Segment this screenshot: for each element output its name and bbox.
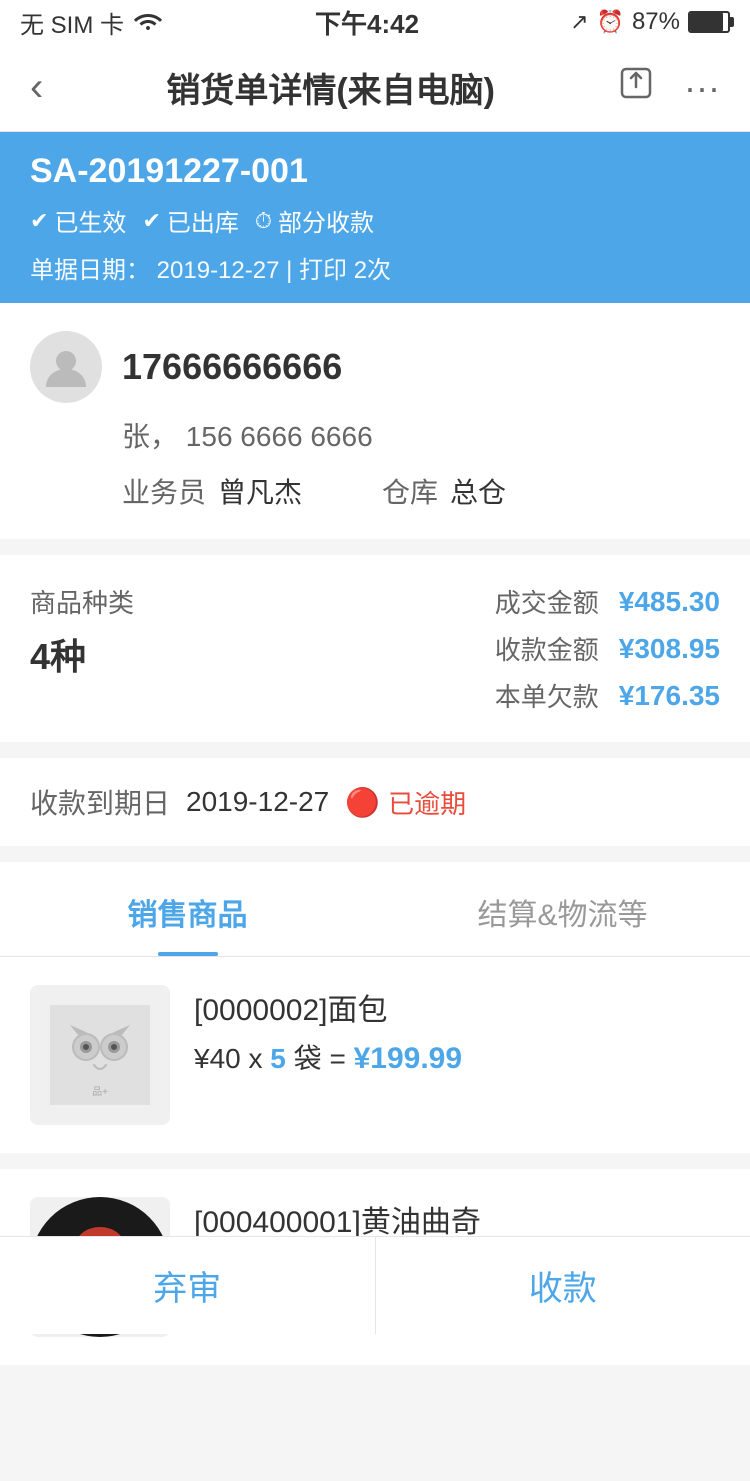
order-date: 2019-12-27 <box>157 257 280 284</box>
received-item: 收款金额 ¥308.95 <box>495 630 720 667</box>
check-icon-2: ✔ <box>142 208 160 234</box>
print-label: 打印 <box>299 257 347 284</box>
product-price-line: ¥40 x 5 袋 = ¥199.99 <box>194 1037 720 1077</box>
status-time: 下午4:42 <box>315 4 419 41</box>
back-button[interactable]: ‹ <box>30 65 43 110</box>
deal-amount-value: ¥485.30 <box>619 586 720 618</box>
due-date-value: 2019-12-27 <box>186 786 329 818</box>
status-right: ↗ ⏰ 87% <box>570 8 730 36</box>
customer-phone-number: 156 6666 6666 <box>186 421 373 452</box>
overdue-icon: 🔴 <box>345 786 380 819</box>
cancel-review-button[interactable]: 弃审 <box>0 1237 376 1334</box>
customer-meta: 业务员 曾凡杰 仓库 总仓 <box>30 471 720 511</box>
nav-bar: ‹ 销货单详情(来自电脑) ··· <box>0 44 750 132</box>
owed-item: 本单欠款 ¥176.35 <box>495 677 720 714</box>
product-details: [0000002]面包 ¥40 x 5 袋 = ¥199.99 <box>194 985 720 1077</box>
more-button[interactable]: ··· <box>684 67 720 109</box>
collect-payment-button[interactable]: 收款 <box>376 1237 750 1334</box>
tabs: 销售商品 结算&物流等 <box>0 862 750 957</box>
badge-partial-payment: ⏱ 部分收款 <box>255 203 374 238</box>
warehouse-label: 仓库 <box>382 471 438 511</box>
due-label: 收款到期日 <box>30 782 170 822</box>
category-value: 4种 <box>30 628 134 680</box>
customer-phone-row: 张， 156 6666 6666 <box>30 415 720 455</box>
location-icon: ↗ <box>570 9 588 35</box>
carrier-label: 无 SIM 卡 <box>20 5 124 40</box>
customer-row: 17666666666 <box>30 331 720 403</box>
svg-text:品+: 品+ <box>92 1086 108 1098</box>
received-value: ¥308.95 <box>619 633 720 665</box>
due-section: 收款到期日 2019-12-27 🔴 已逾期 <box>0 758 750 846</box>
deal-amount-item: 成交金额 ¥485.30 <box>495 583 720 620</box>
battery-icon <box>688 11 730 33</box>
product-name-2: [000400001]黄油曲奇 <box>194 1197 720 1241</box>
clock-icon: ⏱ <box>255 208 272 234</box>
order-id: SA-20191227-001 <box>30 152 720 191</box>
stats-left: 商品种类 4种 <box>30 583 134 680</box>
page-title: 销货单详情(来自电脑) <box>166 63 495 112</box>
stats-section: 商品种类 4种 成交金额 ¥485.30 收款金额 ¥308.95 本单欠款 ¥… <box>0 555 750 742</box>
print-unit: 次 <box>367 257 391 284</box>
badge-shipped: ✔ 已出库 <box>142 203 238 238</box>
overdue-badge: 🔴 已逾期 <box>345 784 466 821</box>
tab-products[interactable]: 销售商品 <box>0 862 375 956</box>
date-label: 单据日期： <box>30 257 150 284</box>
product-name: [0000002]面包 <box>194 985 720 1029</box>
product-quantity: 5 <box>270 1043 286 1074</box>
nav-actions: ··· <box>618 65 720 110</box>
bottom-bar: 弃审 收款 <box>0 1236 750 1334</box>
product-thumbnail: 品+ <box>30 985 170 1125</box>
separator: | <box>286 257 299 284</box>
share-button[interactable] <box>618 65 654 110</box>
avatar <box>30 331 102 403</box>
warehouse-item: 仓库 总仓 <box>382 471 506 511</box>
status-left: 无 SIM 卡 <box>20 5 164 40</box>
stats-right: 成交金额 ¥485.30 收款金额 ¥308.95 本单欠款 ¥176.35 <box>495 583 720 714</box>
product-total: ¥199.99 <box>354 1042 462 1075</box>
list-item: 品+ [0000002]面包 ¥40 x 5 袋 = ¥199.99 <box>0 957 750 1153</box>
badge-effective: ✔ 已生效 <box>30 203 126 238</box>
product-list: 品+ [0000002]面包 ¥40 x 5 袋 = ¥199.99 <box>0 957 750 1481</box>
owed-value: ¥176.35 <box>619 680 720 712</box>
check-icon: ✔ <box>30 208 48 234</box>
product-thumb-placeholder: 品+ <box>30 985 170 1125</box>
customer-id: 17666666666 <box>122 346 342 388</box>
salesperson-item: 业务员 曾凡杰 <box>122 471 302 511</box>
order-date-line: 单据日期： 2019-12-27 | 打印 2次 <box>30 250 720 285</box>
status-bar: 无 SIM 卡 下午4:42 ↗ ⏰ 87% <box>0 0 750 44</box>
received-label: 收款金额 <box>495 630 599 667</box>
order-header: SA-20191227-001 ✔ 已生效 ✔ 已出库 ⏱ 部分收款 单据日期：… <box>0 132 750 303</box>
customer-section: 17666666666 张， 156 6666 6666 业务员 曾凡杰 仓库 … <box>0 303 750 539</box>
battery-label: 87% <box>632 8 680 36</box>
wifi-icon <box>132 8 164 37</box>
warehouse-value: 总仓 <box>450 471 506 511</box>
customer-name-label: 张， <box>122 421 178 452</box>
bottom-spacer <box>0 1381 750 1481</box>
stats-row: 商品种类 4种 成交金额 ¥485.30 收款金额 ¥308.95 本单欠款 ¥… <box>30 583 720 714</box>
order-badges: ✔ 已生效 ✔ 已出库 ⏱ 部分收款 <box>30 203 720 238</box>
salesperson-value: 曾凡杰 <box>218 471 302 511</box>
overdue-label: 已逾期 <box>388 784 466 821</box>
owed-label: 本单欠款 <box>495 677 599 714</box>
category-label: 商品种类 <box>30 583 134 620</box>
salesperson-label: 业务员 <box>122 471 206 511</box>
deal-amount-label: 成交金额 <box>495 583 599 620</box>
tab-settlement[interactable]: 结算&物流等 <box>375 862 750 956</box>
alarm-icon: ⏰ <box>597 9 624 35</box>
